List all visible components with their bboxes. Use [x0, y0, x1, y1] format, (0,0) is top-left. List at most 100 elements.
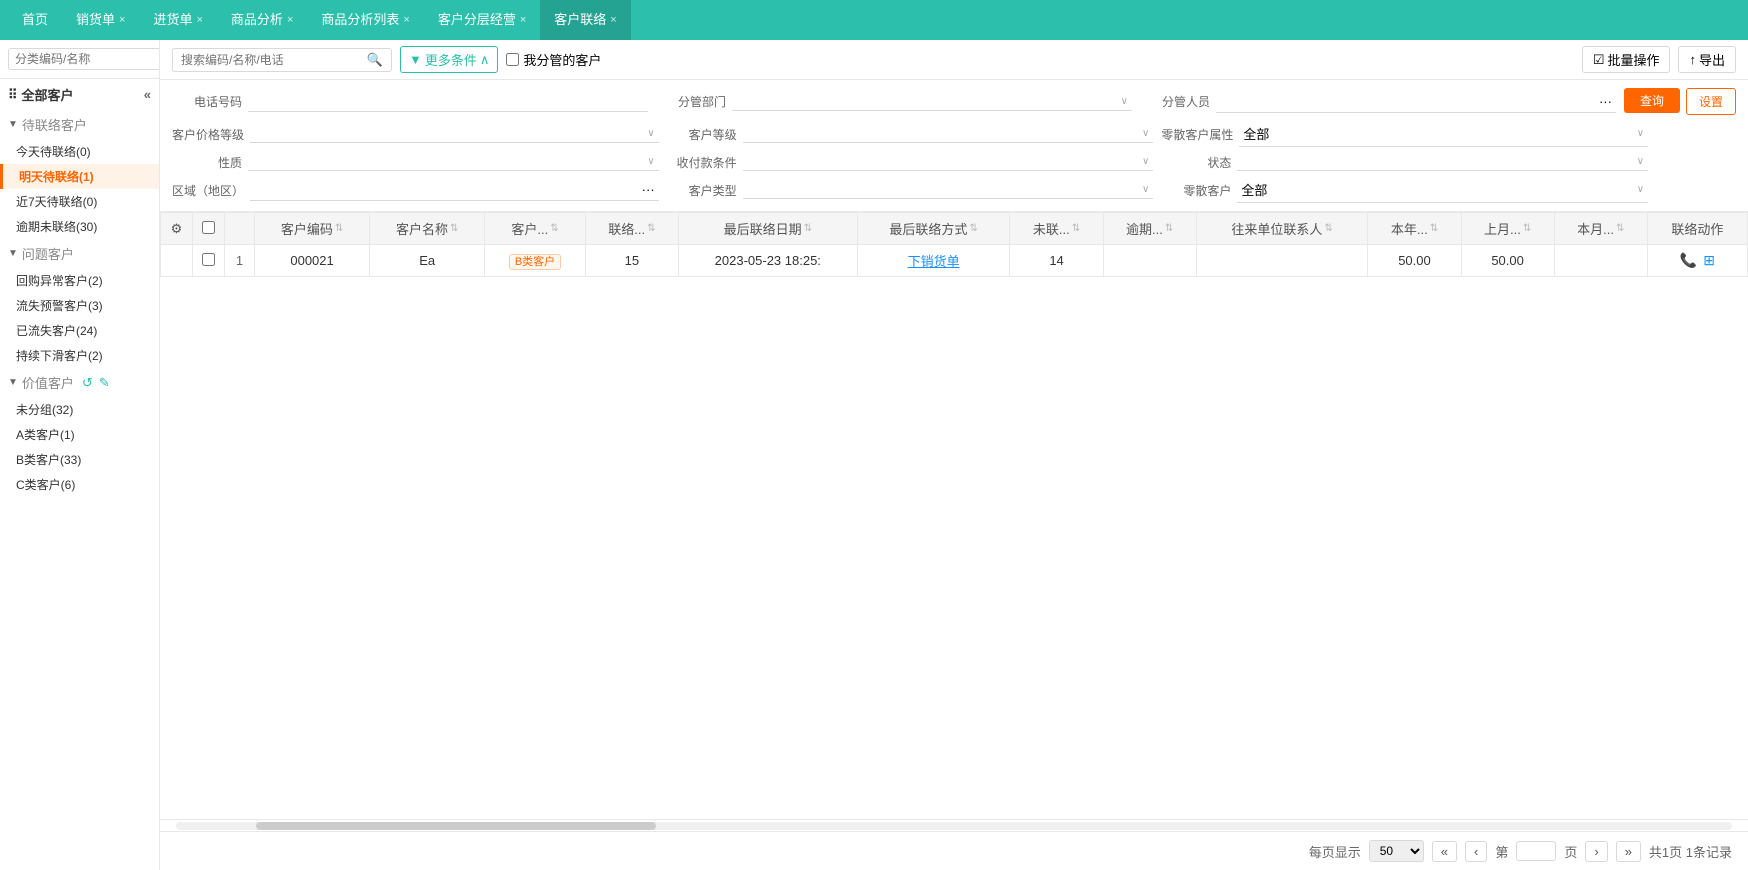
- sidebar-item-ungrouped[interactable]: 未分组(32): [0, 397, 159, 422]
- phone-input[interactable]: [248, 91, 648, 112]
- my-customers-checkbox[interactable]: 我分管的客户: [506, 50, 601, 69]
- region-input[interactable]: ···: [250, 179, 659, 201]
- th-type[interactable]: 客户... ⇅: [485, 213, 586, 245]
- refresh-icon[interactable]: ↺: [82, 375, 93, 391]
- more-conditions-btn[interactable]: ▼ 更多条件 ∧: [400, 46, 498, 73]
- select-all-checkbox[interactable]: [202, 221, 215, 234]
- filter-search-icon[interactable]: 🔍: [367, 52, 383, 68]
- close-icon[interactable]: ×: [196, 0, 202, 40]
- batch-op-btn[interactable]: ☑ 批量操作: [1582, 46, 1671, 73]
- chevron-up-icon: ∧: [480, 52, 490, 68]
- sidebar-item-7days[interactable]: 近7天待联络(0): [0, 189, 159, 214]
- dept-select[interactable]: ∨: [732, 93, 1132, 111]
- row-select-checkbox[interactable]: [202, 253, 215, 266]
- my-customers-check[interactable]: [506, 53, 519, 66]
- per-page-select[interactable]: 50 100 200: [1369, 840, 1424, 862]
- status-select[interactable]: ∨: [1237, 153, 1648, 171]
- sort-icon: ⇅: [969, 223, 977, 234]
- close-icon[interactable]: ×: [520, 0, 526, 40]
- sidebar-item-warning[interactable]: 流失预警客户(3): [0, 293, 159, 318]
- filter-cell-sparse-attr: 零散客户属性 全部 ∨: [1161, 121, 1648, 147]
- nature-select[interactable]: ∨: [248, 153, 659, 171]
- more-icon[interactable]: ···: [642, 182, 655, 197]
- sidebar-collapse-btn[interactable]: «: [144, 87, 151, 102]
- chevron-down-icon: ∨: [1142, 156, 1149, 167]
- edit-icon[interactable]: ✎: [99, 375, 110, 391]
- filter-search-input[interactable]: [181, 53, 367, 67]
- th-this-month[interactable]: 本月... ⇅: [1554, 213, 1647, 245]
- query-btn[interactable]: 查询: [1624, 88, 1680, 113]
- sidebar-item-class-a[interactable]: A类客户(1): [0, 422, 159, 447]
- sort-icon: ⇅: [1072, 223, 1080, 234]
- payment-select[interactable]: ∨: [743, 153, 1154, 171]
- row-last-method[interactable]: 下销货单: [857, 245, 1010, 277]
- sidebar-search-input[interactable]: [8, 48, 160, 70]
- th-uncontacted[interactable]: 未联... ⇅: [1010, 213, 1103, 245]
- customer-type-select[interactable]: ∨: [743, 181, 1154, 199]
- filter-row-3: 性质 ∨ 收付款条件 ∨ 状态: [172, 153, 1736, 171]
- sparse-select[interactable]: 全部 ∨: [1237, 177, 1648, 203]
- more-icon[interactable]: ···: [1599, 94, 1612, 109]
- phone-action-icon[interactable]: 📞: [1680, 252, 1697, 269]
- nav-item-customer-contact[interactable]: 客户联络 ×: [540, 0, 630, 40]
- sidebar-item-class-b[interactable]: B类客户(33): [0, 447, 159, 472]
- th-code[interactable]: 客户编码 ⇅: [255, 213, 370, 245]
- th-gear[interactable]: ⚙: [161, 213, 193, 245]
- th-contact[interactable]: 联络... ⇅: [585, 213, 678, 245]
- scrollbar-track: [176, 822, 1732, 830]
- page-input[interactable]: 1: [1516, 841, 1556, 861]
- price-level-select[interactable]: ∨: [250, 125, 659, 143]
- th-last-contact-method[interactable]: 最后联络方式 ⇅: [857, 213, 1010, 245]
- person-input[interactable]: ···: [1216, 91, 1616, 113]
- chevron-down-icon: ∨: [1637, 128, 1644, 139]
- nav-item-purchase[interactable]: 进货单 ×: [139, 0, 216, 40]
- row-code: 000021: [255, 245, 370, 277]
- next-page-btn[interactable]: ›: [1585, 841, 1607, 862]
- th-last-month[interactable]: 上月... ⇅: [1461, 213, 1554, 245]
- settings-btn[interactable]: 设置: [1686, 88, 1736, 115]
- close-icon[interactable]: ×: [287, 0, 293, 40]
- adv-filter-panel: 电话号码 分管部门 ∨ 分管人员 ··· 查询: [160, 80, 1748, 212]
- sidebar-item-abnormal[interactable]: 回购异常客户(2): [0, 268, 159, 293]
- sidebar-group-pending[interactable]: ▼ 待联络客户: [0, 110, 159, 139]
- export-btn[interactable]: ↑ 导出: [1678, 46, 1736, 73]
- qr-action-icon[interactable]: ⊞: [1703, 252, 1715, 269]
- sidebar-item-overdue[interactable]: 逾期未联络(30): [0, 214, 159, 239]
- last-page-btn[interactable]: »: [1616, 841, 1641, 862]
- price-level-label: 客户价格等级: [172, 126, 244, 143]
- filter-cell-price-level: 客户价格等级 ∨: [172, 125, 659, 143]
- th-checkbox: [193, 213, 225, 245]
- nav-item-sales[interactable]: 销货单 ×: [62, 0, 139, 40]
- nav-item-analysis-list[interactable]: 商品分析列表 ×: [307, 0, 423, 40]
- sidebar-item-tomorrow[interactable]: 明天待联络(1): [0, 164, 159, 189]
- sidebar-item-today[interactable]: 今天待联络(0): [0, 139, 159, 164]
- close-icon[interactable]: ×: [403, 0, 409, 40]
- sidebar-item-class-c[interactable]: C类客户(6): [0, 472, 159, 497]
- nav-item-customer-tier[interactable]: 客户分层经营 ×: [424, 0, 540, 40]
- close-icon[interactable]: ×: [610, 0, 616, 40]
- prev-page-btn[interactable]: ‹: [1465, 841, 1487, 862]
- sort-icon: ⇅: [550, 223, 558, 234]
- th-name[interactable]: 客户名称 ⇅: [370, 213, 485, 245]
- horizontal-scrollbar[interactable]: [160, 819, 1748, 831]
- sidebar-item-declining[interactable]: 持续下滑客户(2): [0, 343, 159, 368]
- th-unit-contact[interactable]: 往来单位联系人 ⇅: [1196, 213, 1368, 245]
- th-this-year[interactable]: 本年... ⇅: [1368, 213, 1461, 245]
- sidebar-group-problem[interactable]: ▼ 问题客户: [0, 239, 159, 268]
- th-overdue[interactable]: 逾期... ⇅: [1103, 213, 1196, 245]
- nav-home[interactable]: 首页: [8, 0, 62, 40]
- contact-method-link[interactable]: 下销货单: [908, 254, 960, 269]
- scrollbar-thumb[interactable]: [256, 822, 656, 830]
- th-last-contact-date[interactable]: 最后联络日期 ⇅: [678, 213, 857, 245]
- nav-item-analysis[interactable]: 商品分析 ×: [217, 0, 307, 40]
- th-action: 联络动作: [1647, 213, 1747, 245]
- sidebar-all-customers[interactable]: ⠿ 全部客户 «: [0, 79, 159, 110]
- sidebar-group-value[interactable]: ▼ 价值客户 ↺ ✎: [0, 368, 159, 397]
- th-no: [225, 213, 255, 245]
- sidebar-item-lost[interactable]: 已流失客户(24): [0, 318, 159, 343]
- customer-level-select[interactable]: ∨: [743, 125, 1154, 143]
- first-page-btn[interactable]: «: [1432, 841, 1457, 862]
- sparse-attr-select[interactable]: 全部 ∨: [1239, 121, 1648, 147]
- close-icon[interactable]: ×: [119, 0, 125, 40]
- gear-icon[interactable]: ⚙: [171, 221, 183, 236]
